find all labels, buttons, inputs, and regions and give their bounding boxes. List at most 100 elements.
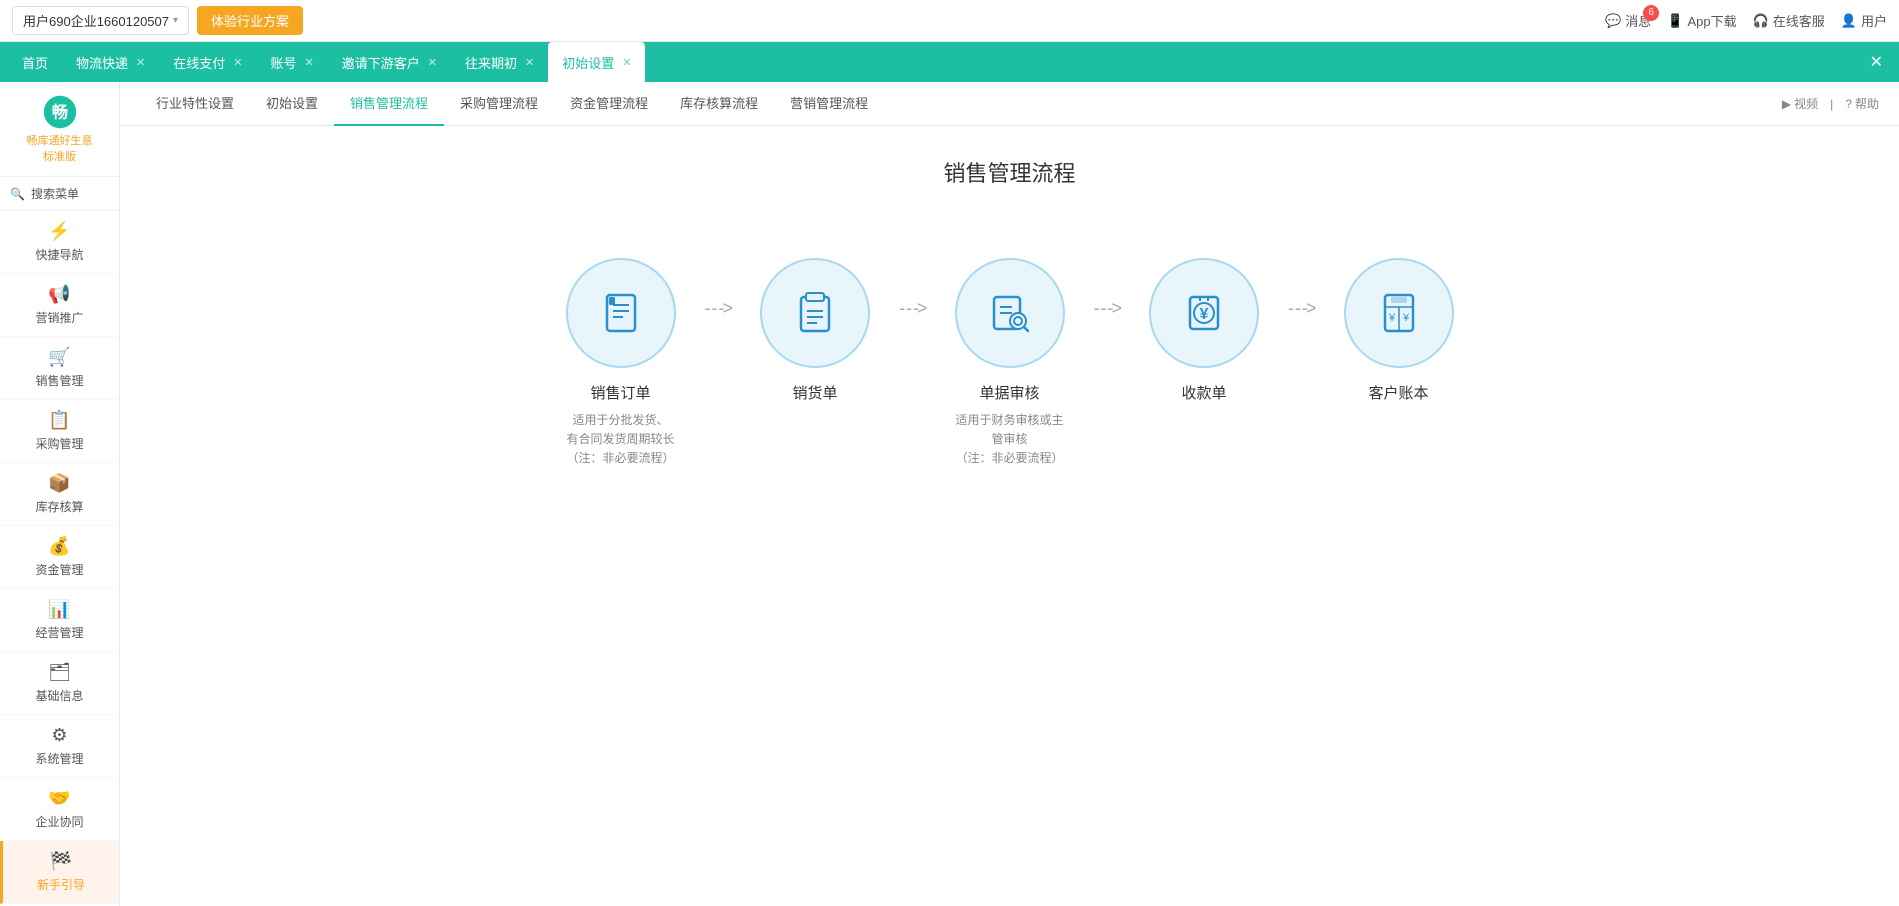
finance-icon: 💰 [48, 536, 70, 557]
sidebar-item-label: 采购管理 [35, 435, 83, 452]
operations-icon: 📊 [48, 599, 70, 620]
tab-inventory-flow-label: 库存核算流程 [680, 96, 758, 111]
close-icon[interactable]: ✕ [305, 56, 314, 69]
close-icon[interactable]: ✕ [428, 56, 437, 69]
enterprise-collab-icon: 🤝 [48, 788, 70, 809]
nav-home[interactable]: 首页 [8, 42, 62, 82]
nav-logistics[interactable]: 物流快递 ✕ [62, 42, 159, 82]
nav-invite-label: 邀请下游客户 [342, 53, 420, 72]
headset-icon: 🎧 [1753, 13, 1769, 29]
video-link[interactable]: ▶ 视频 [1782, 95, 1818, 112]
tab-purchase-flow[interactable]: 采购管理流程 [444, 82, 554, 126]
sidebar-item-basic-info[interactable]: 🗂 基础信息 [0, 652, 119, 715]
flow-arrow-1: - - -> [705, 258, 732, 319]
header-right: 💬 消息 6 📱 App下载 🎧 在线客服 👤 用户 [1605, 11, 1887, 30]
sidebar-item-inventory[interactable]: 📦 库存核算 [0, 463, 119, 526]
inventory-icon: 📦 [48, 473, 70, 494]
quick-nav-icon: ⚡ [48, 221, 70, 242]
flow-circle-sales-invoice[interactable] [760, 258, 870, 368]
search-menu[interactable]: 🔍 搜索菜单 [0, 177, 119, 211]
help-icon: ? [1845, 97, 1852, 111]
top-header: 用户690企业1660120507 ▾ 体验行业方案 💬 消息 6 📱 App下… [0, 0, 1899, 42]
tab-init-label: 初始设置 [266, 96, 318, 111]
flow-arrow-2: - - -> [899, 258, 926, 319]
message-item[interactable]: 💬 消息 6 [1605, 11, 1651, 30]
sidebar-item-label: 经营管理 [35, 624, 83, 641]
close-icon[interactable]: ✕ [136, 56, 145, 69]
customer-service-item[interactable]: 🎧 在线客服 [1753, 11, 1825, 30]
purchase-icon: 📋 [48, 410, 70, 431]
tab-sales-flow-label: 销售管理流程 [350, 96, 428, 111]
nav-init-settings[interactable]: 初始设置 ✕ [548, 42, 645, 82]
tab-fund-flow[interactable]: 资金管理流程 [554, 82, 664, 126]
header-left: 用户690企业1660120507 ▾ 体验行业方案 [12, 6, 303, 35]
sidebar-item-purchase[interactable]: 📋 采购管理 [0, 400, 119, 463]
tab-fund-flow-label: 资金管理流程 [570, 96, 648, 111]
tab-marketing-flow[interactable]: 营销管理流程 [774, 82, 884, 126]
sidebar-item-label: 销售管理 [35, 372, 83, 389]
flow-arrow-4: - - -> [1288, 258, 1315, 319]
sidebar-item-quick-nav[interactable]: ⚡ 快捷导航 [0, 211, 119, 274]
account-book-icon: ¥ ¥ [1375, 289, 1423, 337]
trial-button[interactable]: 体验行业方案 [197, 6, 303, 35]
message-icon: 💬 [1605, 13, 1621, 29]
nav-invite[interactable]: 邀请下游客户 ✕ [328, 42, 451, 82]
sidebar-item-enterprise-collab[interactable]: 🤝 企业协同 [0, 778, 119, 841]
sidebar-item-label: 营销推广 [35, 309, 83, 326]
flow-arrow-3: - - -> [1094, 258, 1121, 319]
sidebar-item-system[interactable]: ⚙ 系统管理 [0, 715, 119, 778]
close-icon[interactable]: ✕ [233, 56, 242, 69]
step-sales-order-title: 销售订单 [590, 382, 650, 403]
tab-industry[interactable]: 行业特性设置 [140, 82, 250, 126]
nav-period[interactable]: 往来期初 ✕ [451, 42, 548, 82]
nav-account[interactable]: 账号 ✕ [256, 42, 327, 82]
flow-circle-sales-order[interactable] [566, 258, 676, 368]
tab-init[interactable]: 初始设置 [250, 82, 334, 126]
nav-logistics-label: 物流快递 [76, 53, 128, 72]
sidebar-item-marketing[interactable]: 📢 营销推广 [0, 274, 119, 337]
sidebar-item-label: 快捷导航 [35, 246, 83, 263]
sidebar-item-label: 资金管理 [35, 561, 83, 578]
receipt-icon: ¥ [1180, 289, 1228, 337]
flow-circle-review[interactable] [955, 258, 1065, 368]
main-layout: 畅 畅库通好生意标准版 🔍 搜索菜单 ⚡ 快捷导航 📢 营销推广 🛒 销售管理 … [0, 82, 1899, 906]
sales-icon: 🛒 [48, 347, 70, 368]
tab-marketing-flow-label: 营销管理流程 [790, 96, 868, 111]
app-icon: 📱 [1667, 13, 1683, 29]
sidebar-logo[interactable]: 畅 畅库通好生意标准版 [0, 82, 119, 177]
flow-circle-account-book[interactable]: ¥ ¥ [1344, 258, 1454, 368]
sidebar-item-sales[interactable]: 🛒 销售管理 [0, 337, 119, 400]
video-label: 视频 [1794, 95, 1818, 112]
nav-payment[interactable]: 在线支付 ✕ [159, 42, 256, 82]
sidebar-item-beginner[interactable]: 🏁 新手引导 [0, 841, 119, 904]
app-label: App下载 [1687, 11, 1736, 30]
step-review-desc: 适用于财务审核或主管审核（注：非必要流程） [955, 411, 1063, 469]
tab-sales-flow[interactable]: 销售管理流程 [334, 82, 444, 126]
user-item[interactable]: 👤 用户 [1841, 11, 1887, 30]
user-selector[interactable]: 用户690企业1660120507 ▾ [12, 6, 189, 35]
user-label: 用户 [1861, 11, 1887, 30]
svg-text:¥: ¥ [1200, 306, 1209, 323]
sidebar-item-finance[interactable]: 💰 资金管理 [0, 526, 119, 589]
basic-info-icon: 🗂 [48, 662, 71, 683]
flow-step-sales-invoice: 销货单 [735, 258, 895, 411]
nav-init-settings-label: 初始设置 [562, 53, 614, 72]
nav-period-label: 往来期初 [465, 53, 517, 72]
close-icon[interactable]: ✕ [622, 56, 631, 69]
sidebar-item-operations[interactable]: 📊 经营管理 [0, 589, 119, 652]
svg-text:畅: 畅 [51, 102, 67, 121]
message-badge: 6 [1643, 5, 1659, 21]
nav-payment-label: 在线支付 [173, 53, 225, 72]
user-avatar-icon: 👤 [1841, 13, 1857, 29]
svg-text:¥: ¥ [1387, 312, 1395, 324]
step-review-title: 单据审核 [979, 382, 1039, 403]
app-download-item[interactable]: 📱 App下载 [1667, 11, 1736, 30]
help-link[interactable]: ? 帮助 [1845, 95, 1879, 112]
nav-bar-close-btn[interactable]: ✕ [1862, 52, 1891, 72]
flow-step-review: 单据审核 适用于财务审核或主管审核（注：非必要流程） [930, 258, 1090, 469]
tab-inventory-flow[interactable]: 库存核算流程 [664, 82, 774, 126]
close-icon[interactable]: ✕ [525, 56, 534, 69]
sidebar: 畅 畅库通好生意标准版 🔍 搜索菜单 ⚡ 快捷导航 📢 营销推广 🛒 销售管理 … [0, 82, 120, 906]
tab-industry-label: 行业特性设置 [156, 96, 234, 111]
flow-circle-receipt[interactable]: ¥ [1149, 258, 1259, 368]
